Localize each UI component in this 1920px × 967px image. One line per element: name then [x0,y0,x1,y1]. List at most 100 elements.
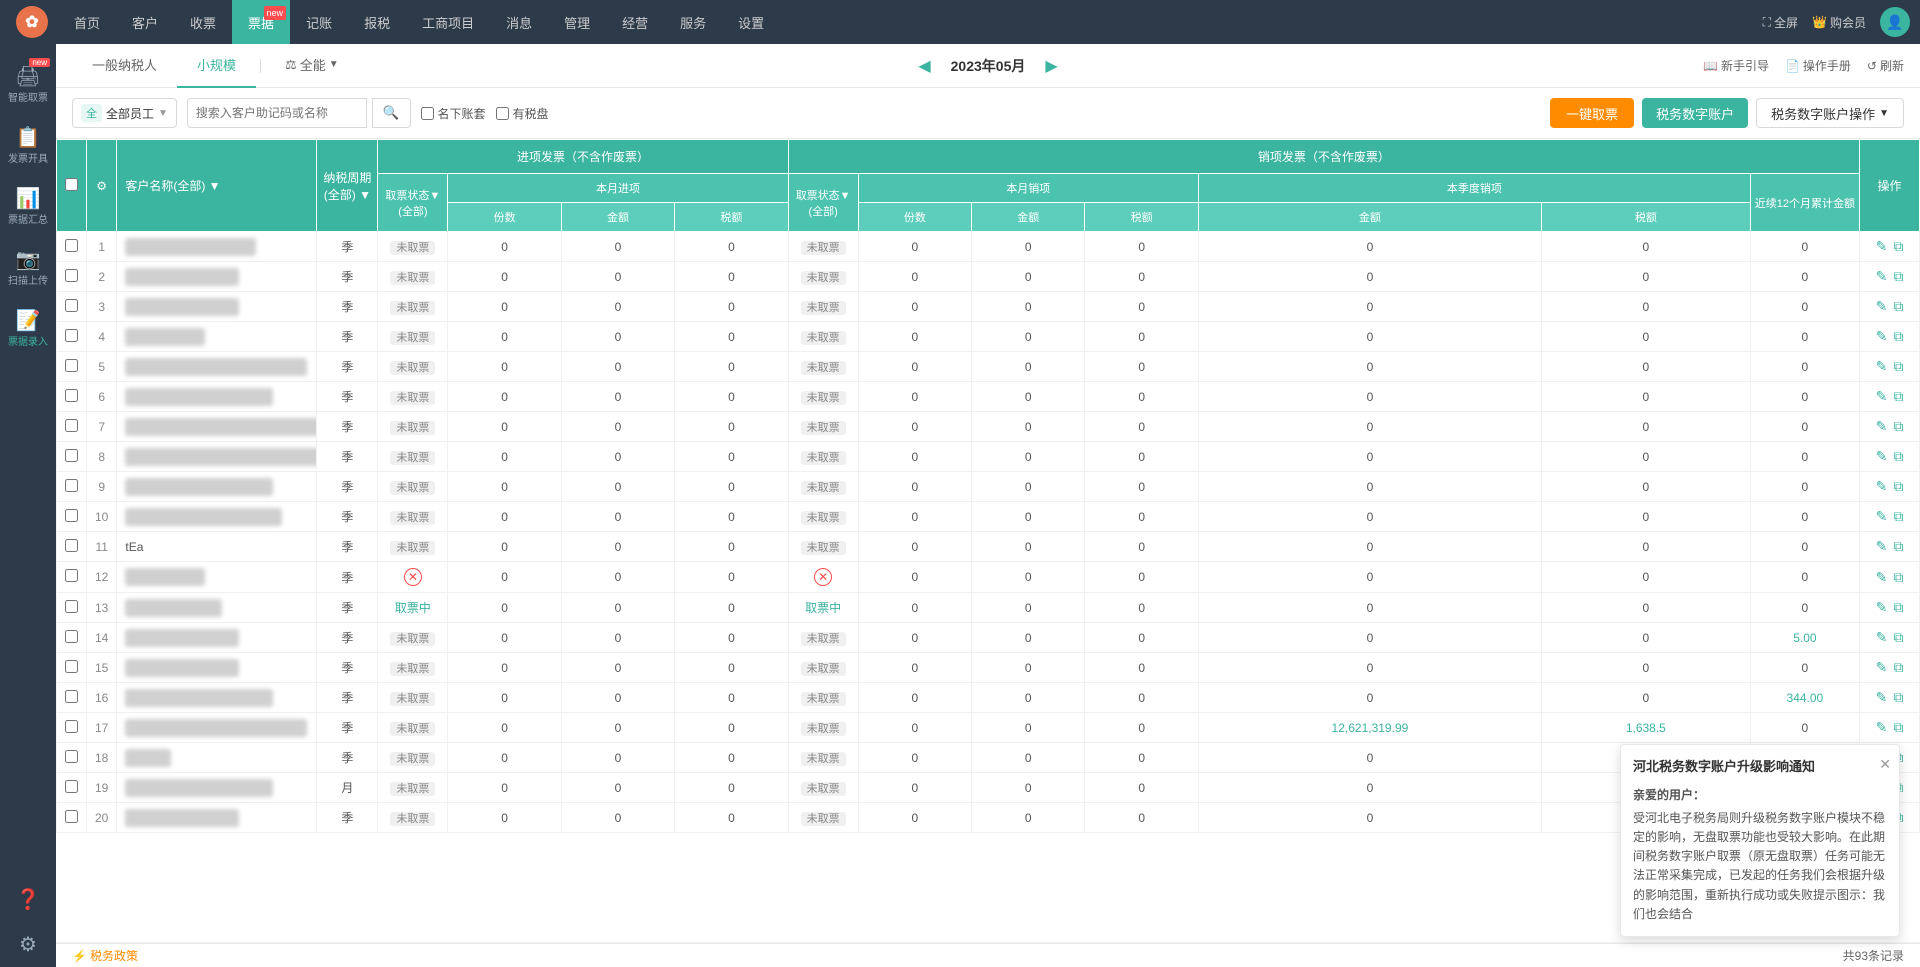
edit-icon[interactable]: ✎ [1876,478,1888,495]
copy-icon[interactable]: ⧉ [1893,358,1903,375]
client-name-cell[interactable]: ████████████████████████ [117,412,317,442]
app-logo[interactable]: ✿ [10,0,54,44]
copy-icon[interactable]: ⧉ [1893,298,1903,315]
copy-icon[interactable]: ⧉ [1893,538,1903,555]
row-checkbox[interactable] [57,502,87,532]
copy-icon[interactable]: ⧉ [1893,629,1903,646]
edit-icon[interactable]: ✎ [1876,268,1888,285]
client-name-cell[interactable]: ████████████████ [117,683,317,713]
nav-service[interactable]: 服务 [664,0,722,44]
row-checkbox[interactable] [57,262,87,292]
policy-link[interactable]: ⚡ 税务政策 [72,947,138,964]
client-name-cell[interactable]: ████ [117,743,317,773]
row-checkbox[interactable] [57,653,87,683]
nav-tax[interactable]: 报税 [348,0,406,44]
edit-icon[interactable]: ✎ [1876,689,1888,706]
row-checkbox-input[interactable] [65,660,78,673]
notification-close-btn[interactable]: ✕ [1879,753,1891,775]
client-name-cell[interactable]: ████████████ [117,623,317,653]
copy-icon[interactable]: ⧉ [1893,478,1903,495]
edit-icon[interactable]: ✎ [1876,328,1888,345]
row-checkbox[interactable] [57,623,87,653]
edit-icon[interactable]: ✎ [1876,418,1888,435]
row-checkbox[interactable] [57,683,87,713]
row-checkbox[interactable] [57,442,87,472]
row-checkbox[interactable] [57,773,87,803]
row-checkbox[interactable] [57,532,87,562]
prev-month-btn[interactable]: ◀ [910,52,938,80]
header-output-status[interactable]: 取票状态▼(全部) [788,174,858,232]
edit-icon[interactable]: ✎ [1876,448,1888,465]
client-name-cell[interactable]: ████████████ [117,262,317,292]
row-checkbox-input[interactable] [65,720,78,733]
row-checkbox[interactable] [57,412,87,442]
row-checkbox-input[interactable] [65,419,78,432]
client-name-cell[interactable]: ██████████████████████ [117,442,317,472]
client-name-cell[interactable]: ████████████ [117,653,317,683]
search-input[interactable] [187,98,367,128]
row-checkbox-input[interactable] [65,600,78,613]
select-all-checkbox[interactable] [65,178,78,191]
my-accounts-checkbox-input[interactable] [421,107,434,120]
manual-btn[interactable]: 📄 操作手册 [1785,57,1851,74]
client-name-cell[interactable]: █████████████████ [117,502,317,532]
digital-account-btn[interactable]: 税务数字账户 [1642,98,1748,128]
client-name-cell[interactable]: ████████████████████ [117,713,317,743]
sidebar-item-smart-ticket[interactable]: 🖨 智能取票 new [0,54,56,115]
header-tax-period[interactable]: 纳税周期(全部) ▼ [317,140,378,232]
nav-message[interactable]: 消息 [490,0,548,44]
copy-icon[interactable]: ⧉ [1893,689,1903,706]
row-checkbox-input[interactable] [65,329,78,342]
copy-icon[interactable]: ⧉ [1893,659,1903,676]
row-checkbox-input[interactable] [65,299,78,312]
row-checkbox-input[interactable] [65,509,78,522]
row-checkbox-input[interactable] [65,449,78,462]
header-input-status[interactable]: 取票状态▼(全部) [378,174,448,232]
row-checkbox-input[interactable] [65,630,78,643]
row-checkbox[interactable] [57,232,87,262]
header-client-name[interactable]: 客户名称(全部) ▼ [117,140,317,232]
settings-icon[interactable]: ⚙ [96,179,107,193]
copy-icon[interactable]: ⧉ [1893,268,1903,285]
row-checkbox[interactable] [57,803,87,833]
tab-small-scale[interactable]: 小规模 [177,44,256,88]
refresh-btn[interactable]: ↺ 刷新 [1867,57,1904,74]
row-checkbox[interactable] [57,472,87,502]
row-checkbox-input[interactable] [65,479,78,492]
edit-icon[interactable]: ✎ [1876,629,1888,646]
row-checkbox-input[interactable] [65,539,78,552]
fullscreen-btn[interactable]: ⛶ 全屏 [1763,14,1798,31]
copy-icon[interactable]: ⧉ [1893,508,1903,525]
client-name-cell[interactable]: ████████████████ [117,382,317,412]
edit-icon[interactable]: ✎ [1876,388,1888,405]
has-taxpad-checkbox[interactable]: 有税盘 [496,105,549,122]
client-name-cell[interactable]: ████████ [117,322,317,352]
row-checkbox[interactable] [57,292,87,322]
copy-icon[interactable]: ⧉ [1893,418,1903,435]
row-checkbox[interactable] [57,562,87,593]
copy-icon[interactable]: ⧉ [1893,388,1903,405]
tab-general-taxpayer[interactable]: 一般纳税人 [72,44,177,88]
sidebar-item-help[interactable]: ❓ [0,877,56,922]
nav-receive[interactable]: 收票 [174,0,232,44]
client-name-cell[interactable]: ████████████████ [117,472,317,502]
nav-business[interactable]: 工商项目 [406,0,490,44]
digital-account-ops-btn[interactable]: 税务数字账户操作 ▼ [1756,98,1904,128]
edit-icon[interactable]: ✎ [1876,298,1888,315]
row-checkbox[interactable] [57,593,87,623]
row-checkbox-input[interactable] [65,389,78,402]
client-name-cell[interactable]: ██████████ [117,593,317,623]
nav-manage[interactable]: 管理 [548,0,606,44]
row-checkbox[interactable] [57,713,87,743]
sidebar-item-settings[interactable]: ⚙ [0,922,56,967]
copy-icon[interactable]: ⧉ [1893,719,1903,736]
row-checkbox[interactable] [57,382,87,412]
copy-icon[interactable]: ⧉ [1893,238,1903,255]
nav-operation[interactable]: 经营 [606,0,664,44]
row-checkbox[interactable] [57,743,87,773]
sidebar-item-invoice-open[interactable]: 📋 发票开具 [0,115,56,176]
row-checkbox-input[interactable] [65,810,78,823]
edit-icon[interactable]: ✎ [1876,508,1888,525]
next-month-btn[interactable]: ▶ [1037,52,1065,80]
copy-icon[interactable]: ⧉ [1893,599,1903,616]
